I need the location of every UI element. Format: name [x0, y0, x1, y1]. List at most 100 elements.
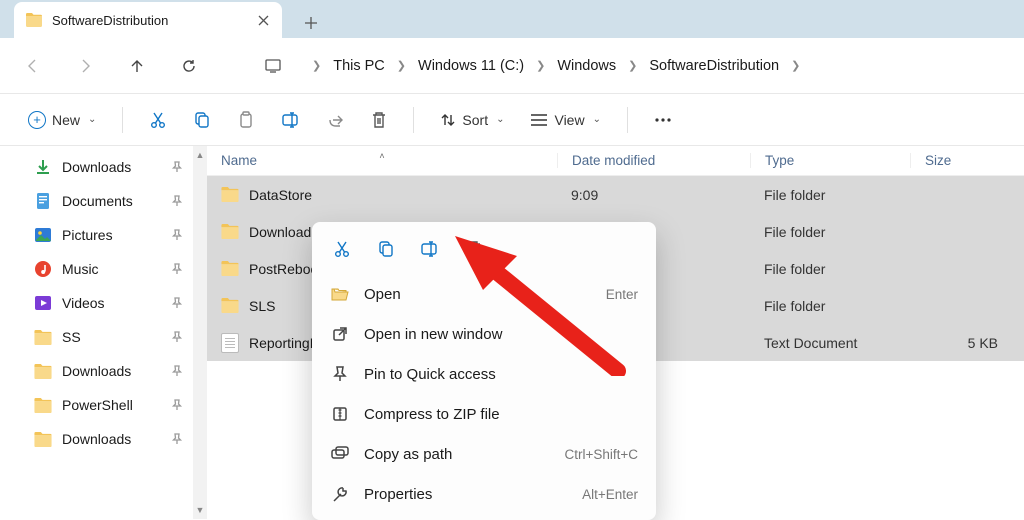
pin-icon	[171, 365, 183, 377]
ctx-item-label: Pin to Quick access	[364, 366, 624, 383]
share-button[interactable]	[317, 103, 355, 137]
column-size[interactable]: Size	[910, 153, 1024, 168]
doc-icon	[34, 192, 52, 210]
paste-button[interactable]	[227, 103, 265, 137]
sidebar-item-label: Documents	[62, 193, 133, 209]
wrench-icon	[330, 484, 350, 504]
rename-button[interactable]	[271, 103, 311, 137]
sidebar-item[interactable]: Videos	[0, 286, 193, 320]
chevron-right-icon: ❯	[536, 59, 545, 72]
folder-icon	[26, 13, 42, 27]
sort-asc-icon: ˄	[379, 151, 384, 161]
sidebar-item[interactable]: PowerShell	[0, 388, 193, 422]
pictures-icon	[34, 226, 52, 244]
ctx-item-compress-to-zip-file[interactable]: Compress to ZIP file	[318, 394, 650, 434]
pin-icon	[171, 399, 183, 411]
sidebar-item[interactable]: Downloads	[0, 422, 193, 456]
breadcrumb-item[interactable]: Windows 11 (C:)	[416, 54, 526, 78]
file-date: 9:09	[557, 187, 750, 203]
sidebar-item-label: Downloads	[62, 363, 131, 379]
sort-label: Sort	[462, 112, 488, 128]
chevron-down-icon: ⌄	[496, 114, 504, 125]
chevron-right-icon: ❯	[628, 59, 637, 72]
sidebar-item[interactable]: Documents	[0, 184, 193, 218]
pin-icon	[171, 161, 183, 173]
new-tab-button[interactable]	[296, 8, 326, 38]
breadcrumb-item[interactable]: SoftwareDistribution	[647, 54, 781, 78]
sidebar-item-label: PowerShell	[62, 397, 133, 413]
music-icon	[34, 260, 52, 278]
column-headers: ˄Name Date modified Type Size	[207, 146, 1024, 176]
ctx-item-open[interactable]: OpenEnter	[318, 274, 650, 314]
folder-icon	[34, 362, 52, 380]
pin-icon	[171, 229, 183, 241]
copypath-icon	[330, 444, 350, 464]
chevron-right-icon: ❯	[791, 59, 800, 72]
delete-button[interactable]	[361, 103, 397, 137]
location-icon[interactable]	[260, 53, 286, 79]
folder-icon	[34, 328, 52, 346]
pin-icon	[330, 364, 350, 384]
view-button[interactable]: View ⌄	[520, 103, 610, 137]
column-name[interactable]: ˄Name	[207, 153, 557, 168]
ctx-item-pin-to-quick-access[interactable]: Pin to Quick access	[318, 354, 650, 394]
ctx-item-properties[interactable]: PropertiesAlt+Enter	[318, 474, 650, 514]
sidebar-item[interactable]: Pictures	[0, 218, 193, 252]
sidebar-item[interactable]: Downloads	[0, 150, 193, 184]
sidebar-item[interactable]: Music	[0, 252, 193, 286]
file-name: DataStore	[249, 187, 312, 203]
toolbar: + New ⌄ Sort ⌄ View ⌄	[0, 94, 1024, 146]
zip-icon	[330, 404, 350, 424]
cut-button[interactable]	[139, 103, 177, 137]
up-button[interactable]	[124, 53, 150, 79]
sidebar-item[interactable]: Downloads	[0, 354, 193, 388]
scroll-down-icon[interactable]: ▼	[196, 501, 205, 519]
copy-button[interactable]	[183, 103, 221, 137]
forward-button[interactable]	[72, 53, 98, 79]
column-type[interactable]: Type	[750, 153, 910, 168]
file-type: File folder	[750, 187, 910, 203]
table-row[interactable]: DataStore 9:09File folder	[207, 176, 1024, 213]
sidebar: Downloads Documents PicturesMusicVideosSS D…	[0, 146, 193, 519]
ctx-rename-button[interactable]	[410, 230, 450, 268]
pin-icon	[171, 297, 183, 309]
folder-open-icon	[330, 284, 350, 304]
sort-button[interactable]: Sort ⌄	[430, 103, 514, 137]
ctx-copy-button[interactable]	[366, 230, 406, 268]
folder-icon	[221, 224, 239, 239]
tab-active[interactable]: SoftwareDistribution	[14, 2, 282, 38]
column-date[interactable]: Date modified	[557, 153, 750, 168]
scroll-up-icon[interactable]: ▲	[196, 146, 205, 164]
more-button[interactable]	[644, 103, 682, 137]
ctx-item-label: Open in new window	[364, 326, 624, 343]
ctx-item-label: Open	[364, 286, 592, 303]
separator	[627, 107, 628, 133]
chevron-right-icon: ❯	[312, 59, 321, 72]
folder-icon	[221, 187, 239, 202]
ctx-item-label: Copy as path	[364, 446, 550, 463]
sidebar-item[interactable]: SS	[0, 320, 193, 354]
chevron-right-icon: ❯	[397, 59, 406, 72]
folder-icon	[34, 430, 52, 448]
separator	[413, 107, 414, 133]
refresh-button[interactable]	[176, 53, 202, 79]
close-icon[interactable]	[256, 13, 270, 27]
file-type: Text Document	[750, 335, 910, 351]
external-icon	[330, 324, 350, 344]
sidebar-item-label: Downloads	[62, 431, 131, 447]
back-button[interactable]	[20, 53, 46, 79]
plus-circle-icon: +	[28, 111, 46, 129]
breadcrumb-item[interactable]: This PC	[331, 54, 387, 78]
text-file-icon	[221, 333, 239, 353]
ctx-delete-button[interactable]	[454, 230, 494, 268]
sidebar-scrollbar[interactable]: ▲ ▼	[193, 146, 207, 519]
ctx-item-copy-as-path[interactable]: Copy as pathCtrl+Shift+C	[318, 434, 650, 474]
ctx-item-open-in-new-window[interactable]: Open in new window	[318, 314, 650, 354]
new-button[interactable]: + New ⌄	[18, 103, 106, 137]
breadcrumb-item[interactable]: Windows	[555, 54, 618, 78]
folder-icon	[221, 298, 239, 313]
file-name: SLS	[249, 298, 275, 314]
context-menu: OpenEnter Open in new window Pin to Quick …	[312, 222, 656, 520]
chevron-down-icon: ⌄	[88, 114, 96, 125]
ctx-cut-button[interactable]	[322, 230, 362, 268]
